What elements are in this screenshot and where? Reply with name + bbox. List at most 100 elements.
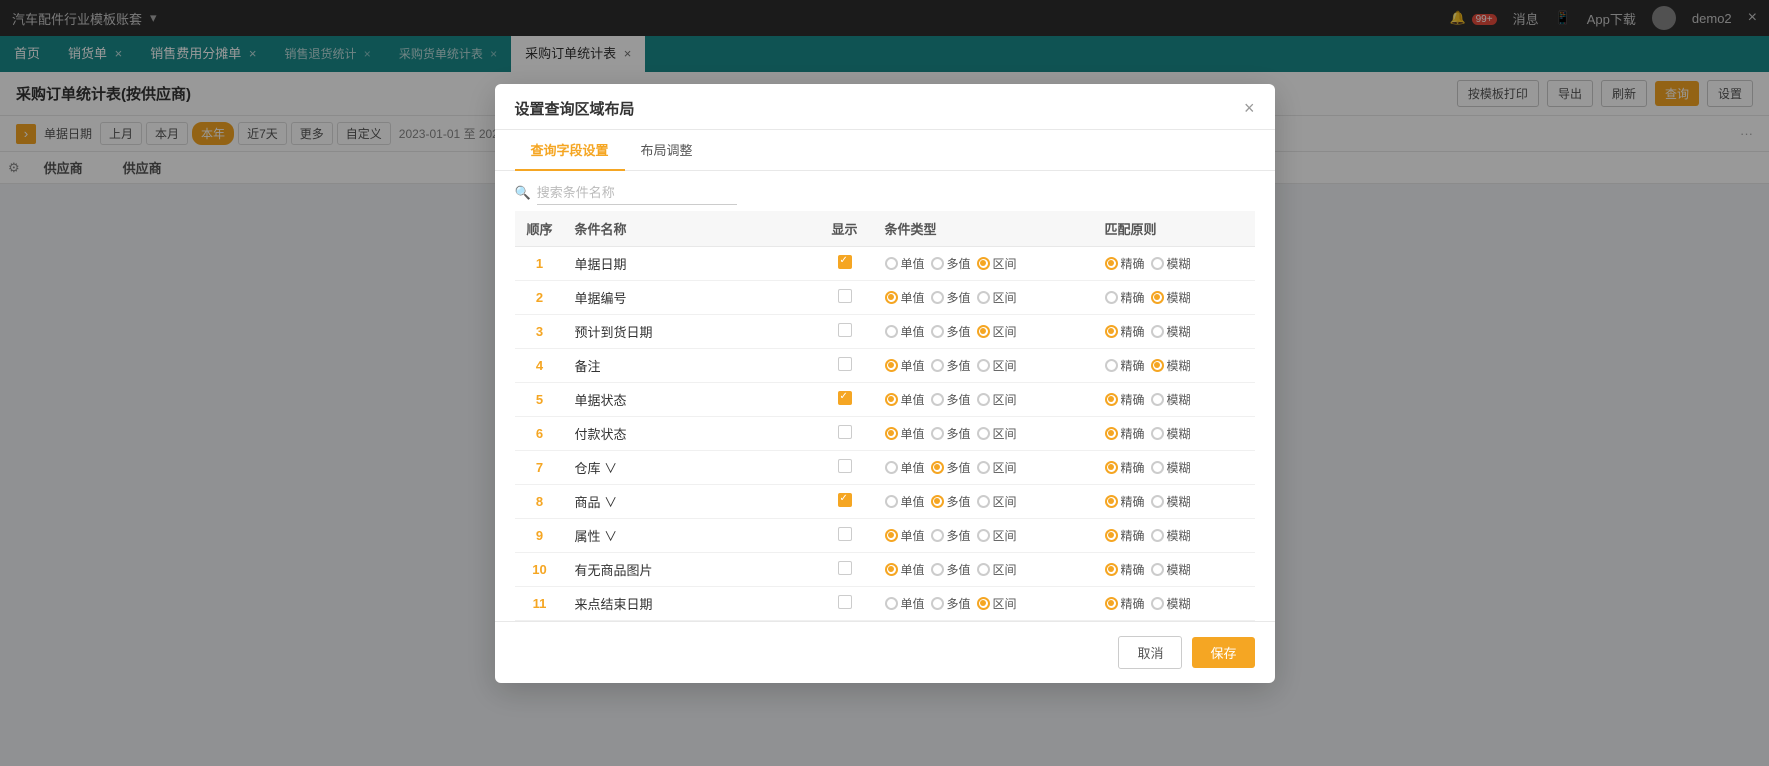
match-radio-label: 精确 [1121,527,1145,544]
type-radio-区间[interactable] [977,427,990,440]
display-checkbox[interactable] [838,357,852,371]
type-radio-单值[interactable] [885,393,898,406]
search-input[interactable] [537,181,737,205]
type-radio-区间[interactable] [977,325,990,338]
type-radio-单值[interactable] [885,291,898,304]
type-radio-多值[interactable] [931,529,944,542]
row-type-cell: 单值多值区间 [875,246,1095,280]
display-checkbox[interactable] [838,391,852,405]
display-checkbox[interactable] [838,425,852,439]
match-radio-精确[interactable] [1105,325,1118,338]
type-radio-区间[interactable] [977,597,990,610]
row-display-cell [815,382,875,416]
match-radio-模糊[interactable] [1151,291,1164,304]
type-radio-多值[interactable] [931,359,944,372]
type-radio-单值[interactable] [885,495,898,508]
match-radio-精确[interactable] [1105,597,1118,610]
type-radio-单值[interactable] [885,359,898,372]
type-radio-区间[interactable] [977,359,990,372]
type-radio-单值[interactable] [885,529,898,542]
row-match-cell: 精确模糊 [1095,552,1255,586]
row-display-cell [815,348,875,382]
match-radio-label: 精确 [1121,391,1145,408]
type-radio-label: 多值 [947,323,971,340]
match-radio-模糊[interactable] [1151,597,1164,610]
match-radio-模糊[interactable] [1151,325,1164,338]
match-radio-模糊[interactable] [1151,427,1164,440]
table-row: 4备注单值多值区间精确模糊 [515,348,1255,382]
display-checkbox[interactable] [838,323,852,337]
match-radio-模糊[interactable] [1151,257,1164,270]
match-radio-模糊[interactable] [1151,461,1164,474]
match-radio-label: 模糊 [1167,323,1191,340]
match-radio-精确[interactable] [1105,257,1118,270]
display-checkbox[interactable] [838,595,852,609]
cancel-button[interactable]: 取消 [1118,636,1182,669]
match-radio-label: 模糊 [1167,527,1191,544]
type-radio-单值[interactable] [885,461,898,474]
type-radio-单值[interactable] [885,325,898,338]
type-radio-单值[interactable] [885,563,898,576]
type-radio-多值[interactable] [931,461,944,474]
modal-title: 设置查询区域布局 [515,98,635,119]
match-radio-精确[interactable] [1105,291,1118,304]
match-radio-模糊[interactable] [1151,563,1164,576]
match-radio-精确[interactable] [1105,359,1118,372]
type-radio-区间[interactable] [977,257,990,270]
type-radio-label: 多值 [947,595,971,612]
type-radio-label: 区间 [993,561,1017,578]
row-match-cell: 精确模糊 [1095,314,1255,348]
type-radio-区间[interactable] [977,291,990,304]
row-condition-name: 属性 ∨ [565,518,815,552]
type-radio-多值[interactable] [931,495,944,508]
display-checkbox[interactable] [838,561,852,575]
type-radio-多值[interactable] [931,597,944,610]
match-radio-模糊[interactable] [1151,393,1164,406]
type-radio-多值[interactable] [931,563,944,576]
display-checkbox[interactable] [838,255,852,269]
type-radio-多值[interactable] [931,257,944,270]
match-radio-精确[interactable] [1105,393,1118,406]
tab-layout-adjust[interactable]: 布局调整 [625,130,709,171]
match-radio-模糊[interactable] [1151,359,1164,372]
match-radio-精确[interactable] [1105,529,1118,542]
type-radio-单值[interactable] [885,597,898,610]
modal-header: 设置查询区域布局 × [495,84,1275,130]
row-order: 9 [515,518,565,552]
row-type-cell: 单值多值区间 [875,280,1095,314]
type-radio-区间[interactable] [977,461,990,474]
match-radio-label: 模糊 [1167,357,1191,374]
table-row: 11来点结束日期单值多值区间精确模糊 [515,586,1255,620]
type-radio-多值[interactable] [931,325,944,338]
match-radio-精确[interactable] [1105,495,1118,508]
row-display-cell [815,246,875,280]
tab-query-fields[interactable]: 查询字段设置 [515,130,625,171]
type-radio-区间[interactable] [977,393,990,406]
modal-close-button[interactable]: × [1244,98,1255,119]
row-condition-name: 单据日期 [565,246,815,280]
match-radio-精确[interactable] [1105,461,1118,474]
type-radio-单值[interactable] [885,427,898,440]
row-condition-name: 来点结束日期 [565,586,815,620]
type-radio-区间[interactable] [977,563,990,576]
type-radio-多值[interactable] [931,393,944,406]
row-condition-name: 有无商品图片 [565,552,815,586]
type-radio-区间[interactable] [977,529,990,542]
display-checkbox[interactable] [838,493,852,507]
type-radio-区间[interactable] [977,495,990,508]
type-radio-label: 单值 [901,561,925,578]
match-radio-模糊[interactable] [1151,495,1164,508]
match-radio-精确[interactable] [1105,427,1118,440]
type-radio-单值[interactable] [885,257,898,270]
save-button[interactable]: 保存 [1192,637,1254,668]
row-match-cell: 精确模糊 [1095,450,1255,484]
match-radio-label: 精确 [1121,425,1145,442]
type-radio-多值[interactable] [931,291,944,304]
type-radio-多值[interactable] [931,427,944,440]
match-radio-精确[interactable] [1105,563,1118,576]
display-checkbox[interactable] [838,459,852,473]
display-checkbox[interactable] [838,289,852,303]
display-checkbox[interactable] [838,527,852,541]
row-order: 10 [515,552,565,586]
match-radio-模糊[interactable] [1151,529,1164,542]
